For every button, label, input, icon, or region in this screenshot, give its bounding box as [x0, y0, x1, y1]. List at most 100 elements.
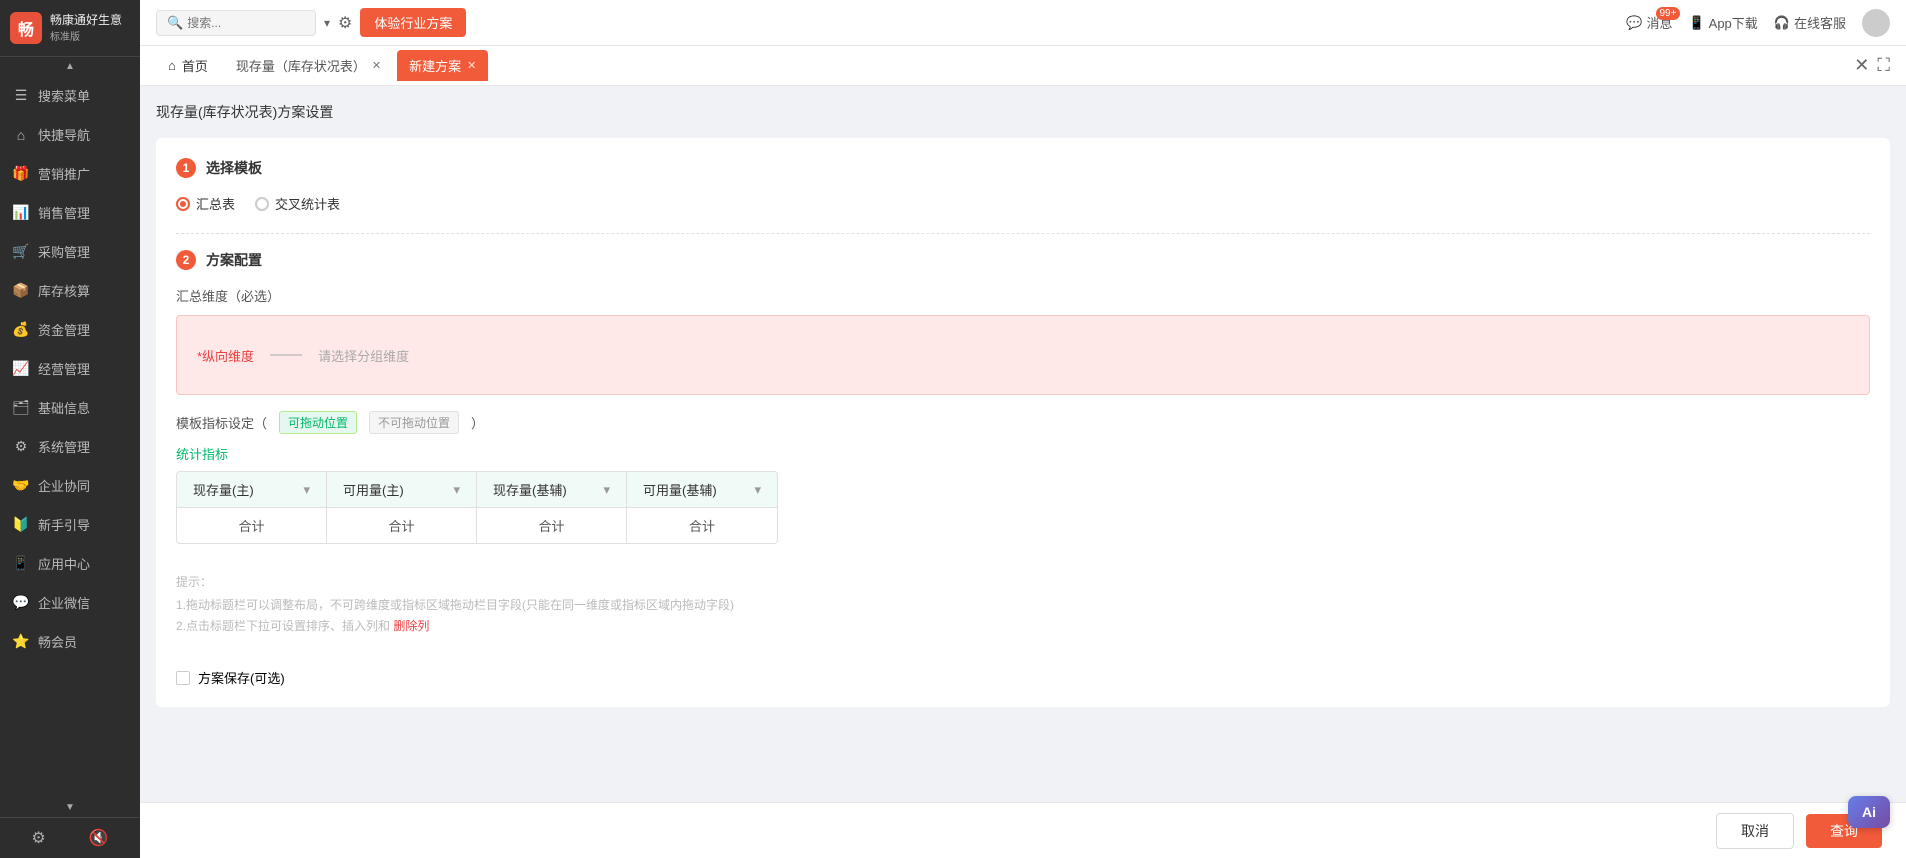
non-draggable-tag: 不可拖动位置 [369, 411, 459, 434]
sidebar-nav: ☰ 搜索菜单 ⌂ 快捷导航 🎁 营销推广 📊 销售管理 🛒 采购管理 📦 库存核… [0, 76, 140, 798]
topbar-gear-icon[interactable]: ⚙ [338, 13, 352, 33]
cell-value-0-2: 合计 [538, 516, 564, 535]
draggable-tag: 可拖动位置 [279, 411, 357, 434]
scroll-down-arrow[interactable]: ▼ [65, 802, 75, 813]
tab-new-schema-close[interactable]: ✕ [467, 59, 476, 72]
sidebar-item-base-info[interactable]: 🗂 基础信息 [0, 388, 140, 427]
sidebar-item-label: 资金管理 [38, 320, 90, 339]
section1-header: 1 选择模板 [176, 158, 1870, 178]
guide-icon: 🔰 [12, 516, 30, 534]
tabs-bar: ⌂ 首页 现存量（库存状况表） ✕ 新建方案 ✕ ✕ ⛶ [140, 46, 1906, 86]
base-info-icon: 🗂 [12, 399, 30, 417]
sidebar-item-member[interactable]: ⭐ 畅会员 [0, 622, 140, 661]
quick-nav-icon: ⌂ [12, 126, 30, 144]
sidebar-item-inventory[interactable]: 📦 库存核算 [0, 271, 140, 310]
mute-footer-btn[interactable]: 🔇 [89, 828, 109, 848]
section-config: 2 方案配置 汇总维度（必选） *纵向维度 —— 请选择分组维度 模板指标设定（… [176, 250, 1870, 648]
search-icon: 🔍 [167, 15, 183, 31]
sidebar-item-label: 基础信息 [38, 398, 90, 417]
col-header-2[interactable]: 现存量(基辅) ▾ [477, 472, 627, 507]
sidebar-item-corp-collab[interactable]: 🤝 企业协同 [0, 466, 140, 505]
col-header-3[interactable]: 可用量(基辅) ▾ [627, 472, 777, 507]
logo-icon: 畅 [10, 12, 42, 44]
indicator-table-header: 现存量(主) ▾ 可用量(主) ▾ 现存量(基辅) ▾ [177, 472, 777, 507]
radio-summary-label: 汇总表 [196, 194, 235, 213]
col-label-3: 可用量(基辅) [643, 480, 717, 499]
col-label-2: 现存量(基辅) [493, 480, 567, 499]
col-arrow-1[interactable]: ▾ [453, 482, 460, 498]
content-area: 现存量(库存状况表)方案设置 1 选择模板 汇总表 交叉统计表 [140, 86, 1906, 802]
sidebar-item-purchase[interactable]: 🛒 采购管理 [0, 232, 140, 271]
dropdown-arrow-icon: ▾ [324, 16, 330, 30]
system-icon: ⚙ [12, 438, 30, 456]
message-btn[interactable]: 💬 消息 99+ [1626, 13, 1672, 32]
cell-0-3: 合计 [627, 508, 777, 543]
online-service-label: 在线客服 [1794, 13, 1846, 32]
cell-0-1: 合计 [327, 508, 477, 543]
tab-home[interactable]: ⌂ 首页 [156, 50, 220, 81]
scroll-down[interactable]: ▼ [0, 798, 140, 817]
user-menu[interactable] [1862, 9, 1890, 37]
dimension-placeholder: 请选择分组维度 [318, 346, 409, 365]
tip-item-1: 1.拖动标题栏可以调整布局，不可跨维度或指标区域拖动栏目字段(只能在同一维度或指… [176, 596, 1870, 613]
topbar-right: 💬 消息 99+ 📱 App下载 🎧 在线客服 [1626, 9, 1890, 37]
sidebar-item-search[interactable]: ☰ 搜索菜单 [0, 76, 140, 115]
scroll-up[interactable]: ▲ [0, 57, 140, 76]
cancel-button[interactable]: 取消 [1716, 813, 1794, 849]
sales-icon: 📊 [12, 204, 30, 222]
radio-cross-label: 交叉统计表 [275, 194, 340, 213]
sidebar-item-sales[interactable]: 📊 销售管理 [0, 193, 140, 232]
sidebar-item-apps[interactable]: 📱 应用中心 [0, 544, 140, 583]
cell-value-0-3: 合计 [689, 516, 715, 535]
sidebar-item-label: 新手引导 [38, 515, 90, 534]
topbar-left: 🔍 ▾ ⚙ 体验行业方案 [156, 8, 1614, 37]
indicator-config-label: 模板指标设定（ 可拖动位置 不可拖动位置 ） [176, 411, 1870, 434]
save-checkbox[interactable] [176, 671, 190, 685]
scroll-up-arrow[interactable]: ▲ [65, 61, 75, 72]
tab-new-schema[interactable]: 新建方案 ✕ [397, 50, 488, 81]
sidebar-item-management[interactable]: 📈 经营管理 [0, 349, 140, 388]
save-option-label: 方案保存(可选) [198, 668, 285, 687]
app-download-btn[interactable]: 📱 App下载 [1688, 13, 1757, 32]
corp-collab-icon: 🤝 [12, 477, 30, 495]
tip2-highlight: 删除列 [393, 619, 429, 633]
tab-inventory[interactable]: 现存量（库存状况表） ✕ [224, 50, 393, 81]
sidebar-item-guide[interactable]: 🔰 新手引导 [0, 505, 140, 544]
sidebar-item-marketing[interactable]: 🎁 营销推广 [0, 154, 140, 193]
settings-footer-btn[interactable]: ⚙ [31, 828, 45, 848]
col-label-1: 可用量(主) [343, 480, 404, 499]
online-service-btn[interactable]: 🎧 在线客服 [1774, 13, 1846, 32]
col-arrow-2[interactable]: ▾ [603, 482, 610, 498]
radio-summary-table[interactable] [176, 197, 190, 211]
topbar-search-box[interactable]: 🔍 [156, 10, 316, 36]
experience-btn[interactable]: 体验行业方案 [360, 8, 466, 37]
sidebar-item-system[interactable]: ⚙ 系统管理 [0, 427, 140, 466]
close-panel-btn[interactable]: ✕ [1854, 55, 1869, 76]
topbar-search-input[interactable] [187, 16, 297, 30]
col-arrow-0[interactable]: ▾ [303, 482, 310, 498]
sidebar-item-label: 库存核算 [38, 281, 90, 300]
app-logo: 畅 畅康通好生意 标准版 [0, 0, 140, 57]
col-header-1[interactable]: 可用量(主) ▾ [327, 472, 477, 507]
tab-inventory-close[interactable]: ✕ [372, 59, 381, 72]
sidebar-item-wechat[interactable]: 💬 企业微信 [0, 583, 140, 622]
headphone-icon: 🎧 [1774, 15, 1790, 31]
option-cross-table[interactable]: 交叉统计表 [255, 194, 340, 213]
topbar-dropdown[interactable]: ▾ [324, 16, 330, 30]
indicator-table-body: 合计 合计 合计 合计 [177, 507, 777, 543]
app-name: 畅康通好生意 [50, 13, 122, 29]
sidebar-item-finance[interactable]: 💰 资金管理 [0, 310, 140, 349]
expand-panel-btn[interactable]: ⛶ [1877, 55, 1890, 76]
indicator-table: 现存量(主) ▾ 可用量(主) ▾ 现存量(基辅) ▾ [176, 471, 778, 544]
indicator-config-suffix: ） [471, 413, 484, 432]
sidebar-item-quick-nav[interactable]: ⌂ 快捷导航 [0, 115, 140, 154]
dimension-box[interactable]: *纵向维度 —— 请选择分组维度 [176, 315, 1870, 395]
apps-icon: 📱 [12, 555, 30, 573]
purchase-icon: 🛒 [12, 243, 30, 261]
col-arrow-3[interactable]: ▾ [754, 482, 761, 498]
radio-cross-table[interactable] [255, 197, 269, 211]
section2-title: 方案配置 [206, 250, 262, 270]
ai-button[interactable]: Ai [1848, 796, 1890, 828]
option-summary-table[interactable]: 汇总表 [176, 194, 235, 213]
col-header-0[interactable]: 现存量(主) ▾ [177, 472, 327, 507]
